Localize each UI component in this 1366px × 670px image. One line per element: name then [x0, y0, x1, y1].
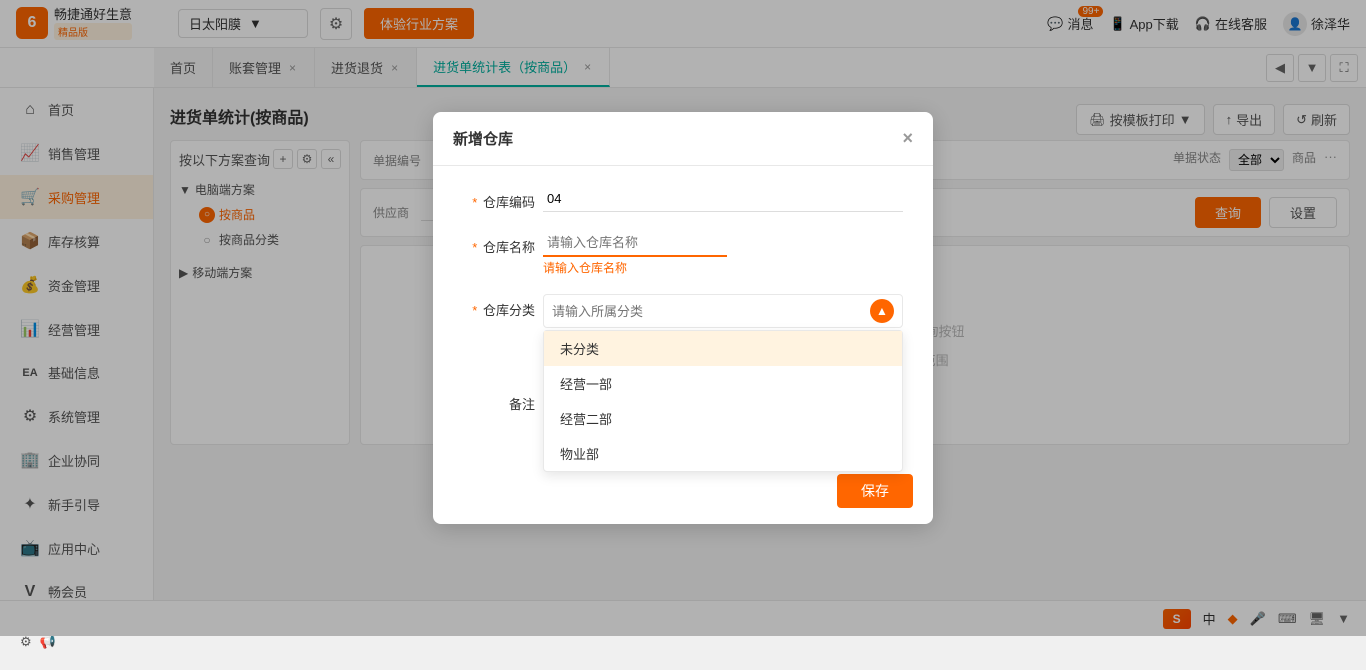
save-button[interactable]: 保存 — [837, 474, 913, 508]
dropdown-item-dept1[interactable]: 经营一部 — [544, 366, 902, 401]
code-input[interactable] — [543, 186, 903, 212]
modal-overlay: 新增仓库 × * 仓库编码 * 仓库名称 — [0, 0, 1366, 636]
classify-wrapper: ▲ 未分类 经营一部 经营二部 物业部 — [543, 294, 903, 328]
sidebar-settings-icon: ⚙ — [20, 634, 32, 650]
sidebar-speaker-icon: 📢 — [40, 634, 56, 650]
remark-label: 备注 — [463, 388, 543, 413]
required-mark: * — [472, 195, 477, 210]
required-mark-3: * — [472, 303, 477, 318]
modal-title: 新增仓库 — [453, 128, 513, 149]
code-label: * 仓库编码 — [463, 186, 543, 211]
dropdown-item-dept2[interactable]: 经营二部 — [544, 401, 902, 436]
name-input[interactable] — [543, 230, 727, 257]
classify-label: * 仓库分类 — [463, 294, 543, 319]
modal-body: * 仓库编码 * 仓库名称 请输入仓库名称 — [433, 166, 933, 458]
modal-header: 新增仓库 × — [433, 112, 933, 166]
classify-toggle-button[interactable]: ▲ — [870, 299, 894, 323]
code-field-row: * 仓库编码 — [463, 186, 903, 212]
add-warehouse-modal: 新增仓库 × * 仓库编码 * 仓库名称 — [433, 112, 933, 524]
classify-input-row: ▲ — [543, 294, 903, 328]
classify-dropdown: 未分类 经营一部 经营二部 物业部 — [543, 330, 903, 472]
modal-close-button[interactable]: × — [902, 128, 913, 149]
name-label: * 仓库名称 — [463, 231, 543, 256]
classify-input[interactable] — [552, 304, 870, 319]
dropdown-item-property[interactable]: 物业部 — [544, 436, 902, 471]
dropdown-item-unclassified[interactable]: 未分类 — [544, 331, 902, 366]
name-field-row: * 仓库名称 请输入仓库名称 — [463, 230, 903, 276]
classify-field-row: * 仓库分类 ▲ 未分类 经营一部 经营二部 物业部 — [463, 294, 903, 328]
name-error-msg: 请输入仓库名称 — [543, 259, 627, 276]
required-mark-2: * — [472, 240, 477, 255]
